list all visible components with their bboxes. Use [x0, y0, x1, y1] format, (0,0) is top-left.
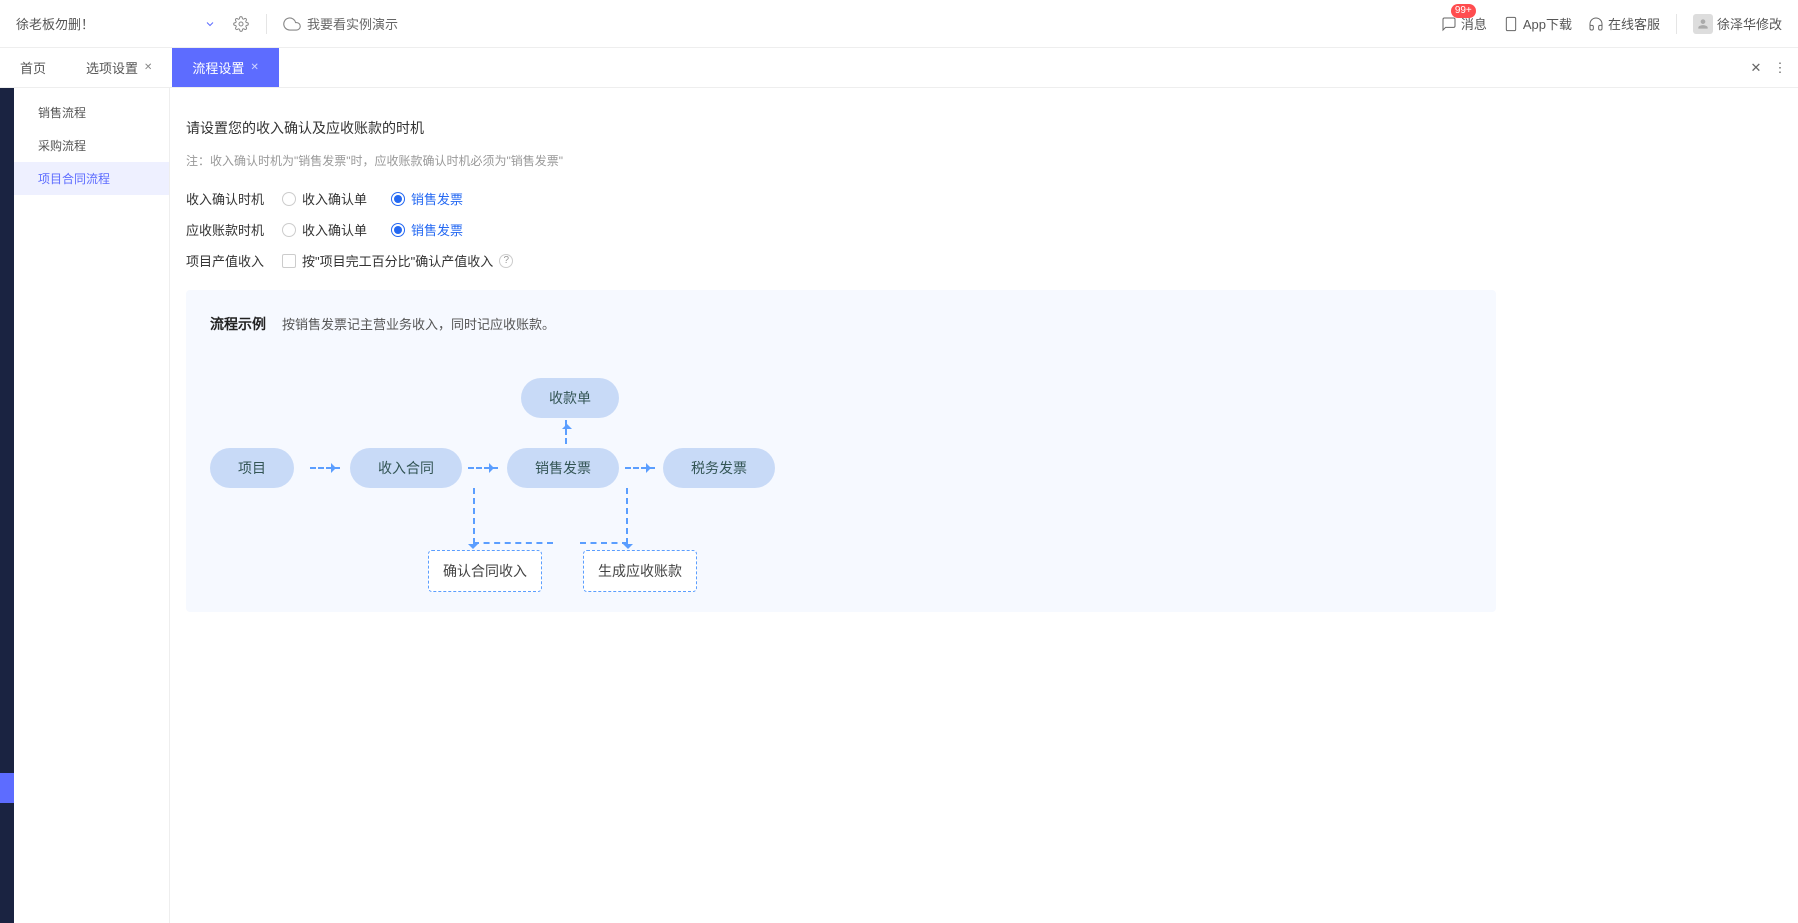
- example-header: 流程示例 按销售发票记主营业务收入，同时记应收账款。: [210, 314, 1472, 334]
- company-selector[interactable]: 徐老板勿删！: [16, 12, 216, 35]
- sidebar-item-sales[interactable]: 销售流程: [14, 96, 169, 129]
- message-icon: [1441, 16, 1457, 32]
- sidebar: 销售流程 采购流程 项目合同流程: [14, 88, 170, 923]
- radio-ar-confirm[interactable]: 收入确认单: [282, 220, 367, 239]
- tab-label: 流程设置: [192, 58, 244, 77]
- close-icon[interactable]: ✕: [250, 62, 258, 73]
- checkbox-label: 按"项目完工百分比"确认产值收入: [302, 251, 493, 270]
- sidebar-item-purchase[interactable]: 采购流程: [14, 129, 169, 162]
- top-right-menu: 99+ 消息 App下载 在线客服 徐泽华修改: [1441, 14, 1782, 34]
- example-box: 流程示例 按销售发票记主营业务收入，同时记应收账款。 项目 收入合同 销售发票 …: [186, 290, 1496, 612]
- help-icon[interactable]: ?: [499, 254, 513, 268]
- example-desc: 按销售发票记主营业务收入，同时记应收账款。: [282, 314, 555, 333]
- phone-icon: [1503, 16, 1519, 32]
- radio-icon: [391, 223, 405, 237]
- radio-label: 收入确认单: [302, 189, 367, 208]
- option-label: 收入确认时机: [186, 189, 266, 208]
- flow-node-project: 项目: [210, 448, 294, 488]
- avatar-icon: [1693, 14, 1713, 34]
- page-title: 请设置您的收入确认及应收账款的时机: [186, 118, 1782, 138]
- online-support-link[interactable]: 在线客服: [1588, 14, 1660, 33]
- tabs-right-controls: ✕ ⋮: [1738, 48, 1798, 87]
- messages-badge: 99+: [1451, 4, 1476, 18]
- messages-link[interactable]: 99+ 消息: [1441, 14, 1487, 33]
- nav-expand-button[interactable]: [0, 773, 14, 803]
- flow-node-confirm-income: 确认合同收入: [428, 550, 542, 592]
- demo-link[interactable]: 我要看实例演示: [283, 14, 398, 33]
- radio-label: 销售发票: [411, 220, 463, 239]
- chevron-down-icon: [204, 18, 216, 30]
- radio-ar-sales-invoice[interactable]: 销售发票: [391, 220, 463, 239]
- tab-flow[interactable]: 流程设置 ✕: [172, 48, 278, 87]
- radio-icon: [282, 192, 296, 206]
- radio-group-ar: 收入确认单 销售发票: [282, 220, 463, 239]
- radio-label: 销售发票: [411, 189, 463, 208]
- demo-link-label: 我要看实例演示: [307, 14, 398, 33]
- close-icon[interactable]: ✕: [144, 62, 152, 73]
- radio-group-income: 收入确认单 销售发票: [282, 189, 463, 208]
- option-label: 项目产值收入: [186, 251, 266, 270]
- more-icon[interactable]: ⋮: [1772, 60, 1788, 76]
- content: 请设置您的收入确认及应收账款的时机 注：收入确认时机为"销售发票"时，应收账款确…: [170, 88, 1798, 923]
- close-all-icon[interactable]: ✕: [1748, 60, 1764, 76]
- option-row-income-timing: 收入确认时机 收入确认单 销售发票: [186, 189, 1782, 208]
- app-download-link[interactable]: App下载: [1503, 14, 1572, 33]
- user-menu[interactable]: 徐泽华修改: [1693, 14, 1782, 34]
- tab-label: 首页: [20, 58, 46, 77]
- sidebar-item-project-contract[interactable]: 项目合同流程: [14, 162, 169, 195]
- arrow-icon: [625, 467, 655, 469]
- tab-options[interactable]: 选项设置 ✕: [66, 48, 172, 87]
- arrow-icon: [565, 420, 567, 444]
- main-area: 销售流程 采购流程 项目合同流程 请设置您的收入确认及应收账款的时机 注：收入确…: [0, 88, 1798, 923]
- note-text: 注：收入确认时机为"销售发票"时，应收账款确认时机必须为"销售发票": [186, 152, 1782, 169]
- online-support-label: 在线客服: [1608, 14, 1660, 33]
- flow-node-sales-invoice: 销售发票: [507, 448, 619, 488]
- option-label: 应收账款时机: [186, 220, 266, 239]
- arrow-path-icon: [473, 488, 553, 544]
- top-bar: 徐老板勿删！ 我要看实例演示 99+ 消息 App下载: [0, 0, 1798, 48]
- collapsed-nav[interactable]: [0, 88, 14, 923]
- tab-label: 选项设置: [86, 58, 138, 77]
- app-download-label: App下载: [1523, 14, 1572, 33]
- headset-icon: [1588, 16, 1604, 32]
- flow-diagram: 项目 收入合同 销售发票 税务发票 收款单 确认合同收入 生成应收账款: [210, 358, 1472, 588]
- gear-icon[interactable]: [232, 15, 250, 33]
- arrow-icon: [310, 467, 340, 469]
- username: 徐泽华修改: [1717, 14, 1782, 33]
- checkbox-icon: [282, 254, 296, 268]
- option-row-ar-timing: 应收账款时机 收入确认单 销售发票: [186, 220, 1782, 239]
- flow-node-income-contract: 收入合同: [350, 448, 462, 488]
- divider: [266, 14, 267, 34]
- flow-node-gen-ar: 生成应收账款: [583, 550, 697, 592]
- arrow-path-icon: [580, 488, 628, 544]
- tabs-bar: 首页 选项设置 ✕ 流程设置 ✕ ✕ ⋮: [0, 48, 1798, 88]
- flow-node-tax-invoice: 税务发票: [663, 448, 775, 488]
- radio-label: 收入确认单: [302, 220, 367, 239]
- radio-sales-invoice[interactable]: 销售发票: [391, 189, 463, 208]
- option-row-project-value: 项目产值收入 按"项目完工百分比"确认产值收入 ?: [186, 251, 1782, 270]
- cloud-icon: [283, 15, 301, 33]
- checkbox-completion-pct[interactable]: 按"项目完工百分比"确认产值收入 ?: [282, 251, 513, 270]
- flow-node-receipt: 收款单: [521, 378, 619, 418]
- example-title: 流程示例: [210, 314, 266, 334]
- radio-income-confirm[interactable]: 收入确认单: [282, 189, 367, 208]
- company-name: 徐老板勿删！: [16, 14, 94, 33]
- arrow-icon: [468, 467, 498, 469]
- divider: [1676, 14, 1677, 34]
- radio-icon: [391, 192, 405, 206]
- tab-home[interactable]: 首页: [0, 48, 66, 87]
- radio-icon: [282, 223, 296, 237]
